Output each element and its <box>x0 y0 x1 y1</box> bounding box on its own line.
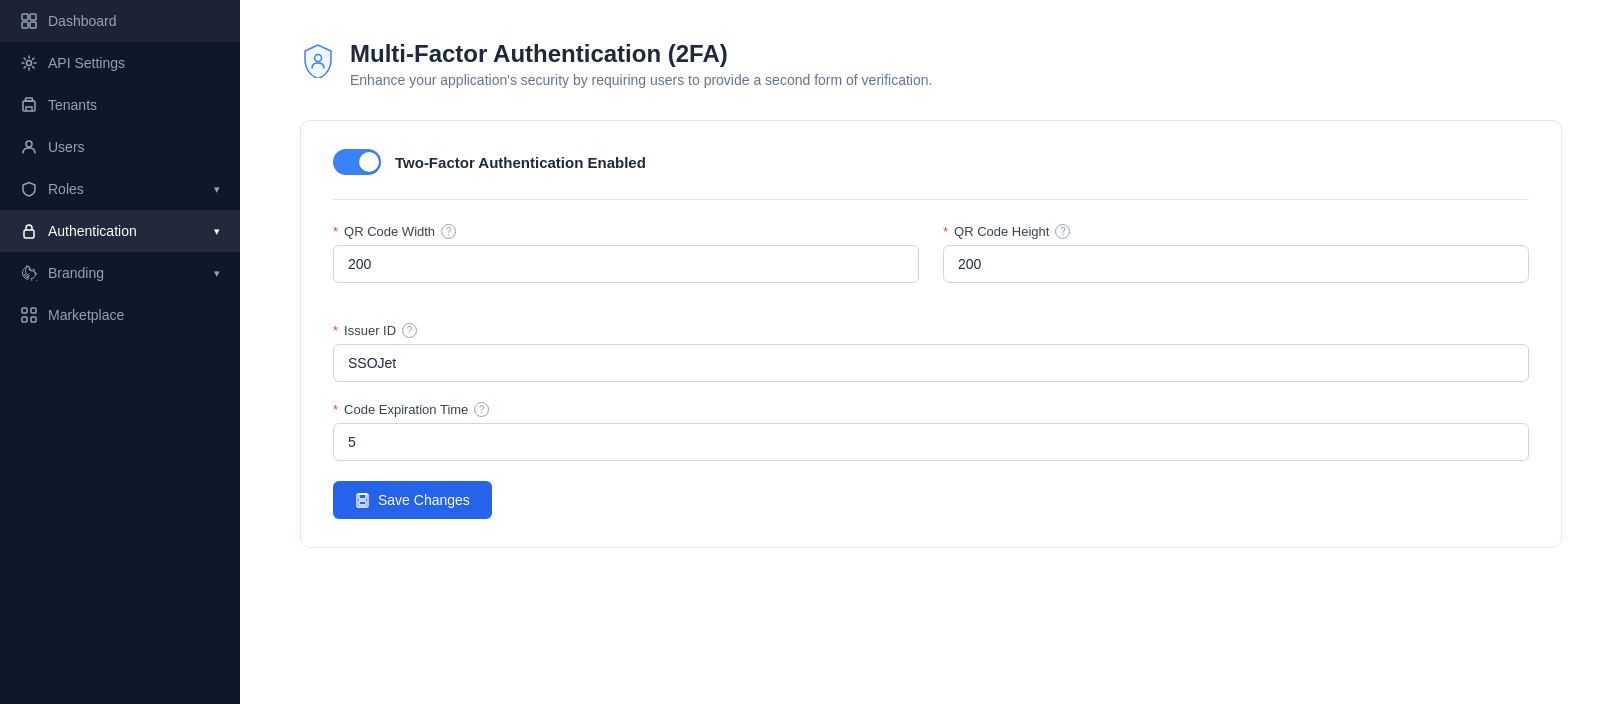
qr-height-group: * QR Code Height ? <box>943 224 1529 283</box>
palette-icon <box>20 264 38 282</box>
qr-width-group: * QR Code Width ? <box>333 224 919 283</box>
settings-card: Two-Factor Authentication Enabled * QR C… <box>300 120 1562 548</box>
shield-icon <box>20 180 38 198</box>
svg-rect-7 <box>24 230 34 238</box>
sidebar-item-label: Authentication <box>48 223 137 239</box>
sidebar-item-label: Users <box>48 139 85 155</box>
qr-height-input[interactable] <box>943 245 1529 283</box>
issuer-id-label: * Issuer ID ? <box>333 323 1529 338</box>
sidebar-item-label: Branding <box>48 265 104 281</box>
sidebar-item-label: Marketplace <box>48 307 124 323</box>
settings-icon <box>20 54 38 72</box>
2fa-header-icon <box>300 42 336 78</box>
issuer-id-input[interactable] <box>333 344 1529 382</box>
chevron-down-icon: ▾ <box>214 267 220 280</box>
building-icon <box>20 96 38 114</box>
svg-rect-9 <box>31 308 36 313</box>
sidebar-item-api-settings[interactable]: API Settings <box>0 42 240 84</box>
code-expiration-input[interactable] <box>333 423 1529 461</box>
page-description: Enhance your application's security by r… <box>350 72 932 88</box>
sidebar-item-label: Tenants <box>48 97 97 113</box>
chevron-down-icon: ▾ <box>214 225 220 238</box>
page-header: Multi-Factor Authentication (2FA) Enhanc… <box>300 40 1562 88</box>
required-star: * <box>333 323 338 338</box>
svg-rect-2 <box>22 22 28 28</box>
svg-rect-15 <box>359 501 366 505</box>
required-star: * <box>943 224 948 239</box>
sidebar-item-roles[interactable]: Roles ▾ <box>0 168 240 210</box>
svg-rect-5 <box>23 101 35 111</box>
toggle-row: Two-Factor Authentication Enabled <box>333 149 1529 175</box>
svg-rect-0 <box>22 14 28 20</box>
qr-width-help-icon[interactable]: ? <box>441 224 456 239</box>
code-expiration-help-icon[interactable]: ? <box>474 402 489 417</box>
sidebar-item-marketplace[interactable]: Marketplace <box>0 294 240 336</box>
svg-rect-1 <box>30 14 36 20</box>
svg-rect-14 <box>359 494 366 499</box>
sidebar-item-tenants[interactable]: Tenants <box>0 84 240 126</box>
grid2-icon <box>20 306 38 324</box>
divider <box>333 199 1529 200</box>
svg-point-4 <box>27 61 32 66</box>
lock-icon <box>20 222 38 240</box>
save-icon <box>355 493 370 508</box>
qr-code-row: * QR Code Width ? * QR Code Height ? <box>333 224 1529 303</box>
qr-width-label: * QR Code Width ? <box>333 224 919 239</box>
qr-height-help-icon[interactable]: ? <box>1055 224 1070 239</box>
page-header-text: Multi-Factor Authentication (2FA) Enhanc… <box>350 40 932 88</box>
save-changes-button[interactable]: Save Changes <box>333 481 492 519</box>
user-icon <box>20 138 38 156</box>
sidebar-item-branding[interactable]: Branding ▾ <box>0 252 240 294</box>
sidebar-item-label: Roles <box>48 181 84 197</box>
toggle-label: Two-Factor Authentication Enabled <box>395 154 646 171</box>
qr-width-input[interactable] <box>333 245 919 283</box>
code-expiration-label: * Code Expiration Time ? <box>333 402 1529 417</box>
svg-rect-3 <box>30 22 36 28</box>
svg-rect-10 <box>22 317 27 322</box>
chevron-down-icon: ▾ <box>214 183 220 196</box>
grid-icon <box>20 12 38 30</box>
code-expiration-group: * Code Expiration Time ? <box>333 402 1529 461</box>
required-star: * <box>333 402 338 417</box>
svg-point-6 <box>26 141 32 147</box>
required-star: * <box>333 224 338 239</box>
svg-rect-11 <box>31 317 36 322</box>
sidebar-item-dashboard[interactable]: Dashboard <box>0 0 240 42</box>
qr-height-label: * QR Code Height ? <box>943 224 1529 239</box>
sidebar-item-authentication[interactable]: Authentication ▾ <box>0 210 240 252</box>
sidebar-item-label: API Settings <box>48 55 125 71</box>
issuer-id-group: * Issuer ID ? <box>333 323 1529 382</box>
svg-rect-8 <box>22 308 27 313</box>
save-button-label: Save Changes <box>378 492 470 508</box>
toggle-slider <box>333 149 381 175</box>
page-title: Multi-Factor Authentication (2FA) <box>350 40 932 68</box>
sidebar-item-users[interactable]: Users <box>0 126 240 168</box>
main-content: Multi-Factor Authentication (2FA) Enhanc… <box>240 0 1622 704</box>
sidebar-item-label: Dashboard <box>48 13 117 29</box>
sidebar: Dashboard API Settings Tenants U <box>0 0 240 704</box>
issuer-id-help-icon[interactable]: ? <box>402 323 417 338</box>
2fa-toggle[interactable] <box>333 149 381 175</box>
